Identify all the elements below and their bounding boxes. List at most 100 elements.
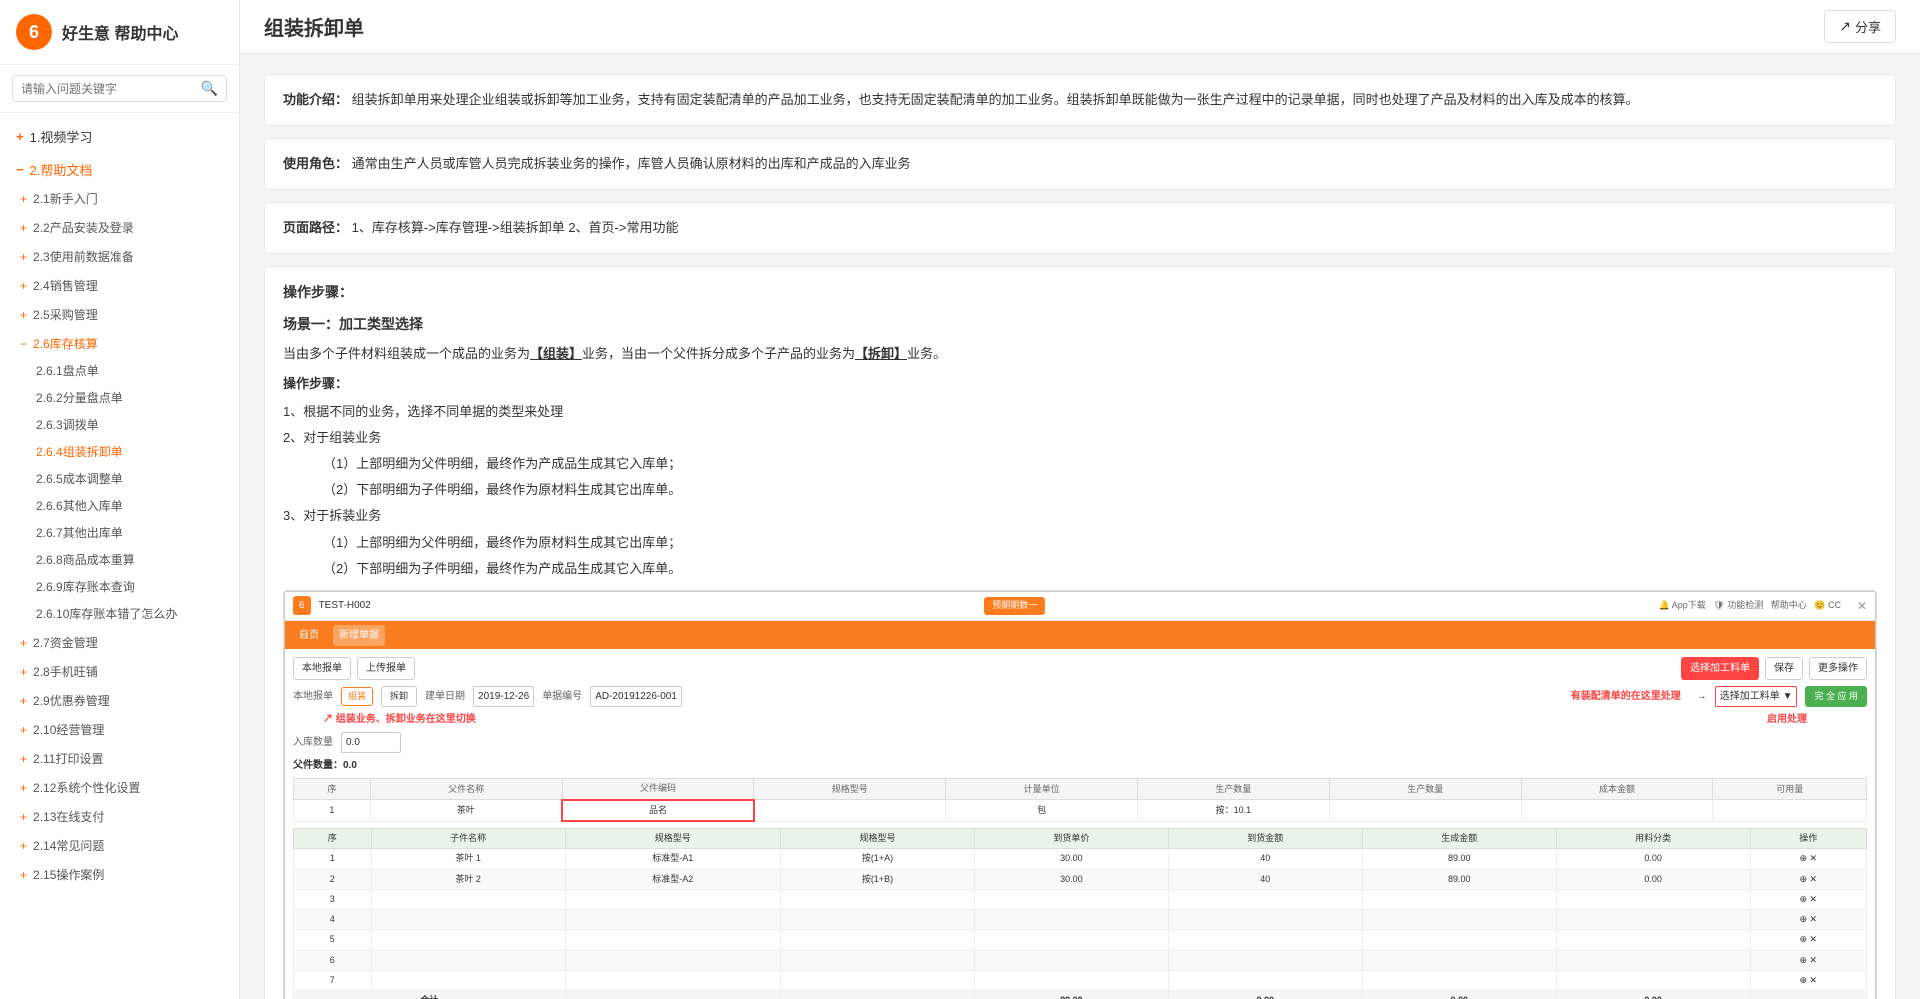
plus-icon: + <box>16 129 24 144</box>
mock-th: 可用量 <box>1713 779 1867 800</box>
mock-th: 规格型号 <box>565 829 780 849</box>
mock-nav-neworder: 新增单据 <box>333 625 385 646</box>
sidebar-item-label: 1.视频学习 <box>30 127 93 146</box>
sidebar-item-goodscost[interactable]: 2.6.8商品成本重算 <box>0 546 239 573</box>
mock-th: 成本金额 <box>1521 779 1713 800</box>
mock-toolbar: 本地报单 上传报单 选择加工料单 保存 更多操作 <box>293 657 1867 680</box>
sidebar-item-label: 2.14常见问题 <box>33 837 104 854</box>
table-row: 1 茶叶 1 标准型-A1 按(1+A) 30.00 40 89.00 0.00 <box>294 849 1867 869</box>
main-content: 组装拆卸单 ↗ 分享 功能介绍： 组装拆卸单用来处理企业组装或拆卸等加工业务，支… <box>240 0 1920 999</box>
mock-form-row1: 本地报单 组装 拆卸 建单日期 2019-12-26 单据编号 AD-20191… <box>293 686 1867 707</box>
mock-form-row2: 入库数量 0.0 <box>293 732 1867 753</box>
sidebar-item-otheroutbound[interactable]: 2.6.7其他出库单 <box>0 519 239 546</box>
search-input[interactable] <box>21 82 201 96</box>
sidebar-item-cases[interactable]: + 2.15操作案例 <box>0 861 239 888</box>
sidebar-item-docs[interactable]: − 2.帮助文档 <box>0 154 239 185</box>
screenshot-container: 6 TEST-H002 预期期数一 🔔 App下载 🛡 功能检测 帮助中心 😊 … <box>283 590 1877 999</box>
mock-child-table: 序 子件名称 规格型号 规格型号 到货单价 到货金额 生成金额 用料分类 操作 <box>293 828 1867 999</box>
table-row: 6⊕ ✕ <box>294 950 1867 970</box>
mock-th: 父件编码 <box>562 779 754 800</box>
mock-annotation-toggle: ↗ 组装业务、拆卸业务在这里切换 <box>323 711 476 728</box>
step-1: 1、根据不同的业务，选择不同单据的类型来处理 <box>283 401 1877 423</box>
table-row: 2 茶叶 2 标准型-A2 按(1+B) 30.00 40 89.00 0.00 <box>294 869 1867 889</box>
sidebar-item-print[interactable]: + 2.11打印设置 <box>0 745 239 772</box>
sidebar-item-adjust[interactable]: 2.6.3调拨单 <box>0 411 239 438</box>
share-icon: ↗ <box>1839 18 1851 35</box>
mock-orderno-label: 单据编号 <box>542 688 582 705</box>
plus-icon: + <box>20 221 27 235</box>
table-row: 3⊕ ✕ <box>294 889 1867 909</box>
sidebar-item-onlinepay[interactable]: + 2.13在线支付 <box>0 803 239 830</box>
sidebar-item-label: 2.帮助文档 <box>30 160 93 179</box>
share-button[interactable]: ↗ 分享 <box>1824 10 1896 43</box>
sidebar-item-label: 2.1新手入门 <box>33 190 98 207</box>
sidebar-item-otherinbound[interactable]: 2.6.6其他入库单 <box>0 492 239 519</box>
sidebar-item-costadj[interactable]: 2.6.5成本调整单 <box>0 465 239 492</box>
sidebar-item-sales[interactable]: + 2.4销售管理 <box>0 272 239 299</box>
sidebar-item-custom[interactable]: + 2.12系统个性化设置 <box>0 774 239 801</box>
share-label: 分享 <box>1855 17 1881 36</box>
mock-th: 生产数量 <box>1138 779 1330 800</box>
plus-icon: + <box>20 694 27 708</box>
search-box[interactable]: 🔍 <box>12 75 227 102</box>
plus-icon: + <box>20 868 27 882</box>
sidebar-item-label: 2.11打印设置 <box>33 750 103 767</box>
mock-qty-input: 0.0 <box>341 732 401 753</box>
sidebar-item-partialinv[interactable]: 2.6.2分量盘点单 <box>0 384 239 411</box>
mock-btn-selectmaterial: 选择加工料单 <box>1681 657 1759 680</box>
plus-icon: + <box>20 839 27 853</box>
sidebar-item-inventory[interactable]: − 2.6库存核算 <box>0 330 239 357</box>
inventory-items: 2.6.1盘点单 2.6.2分量盘点单 2.6.3调拨单 2.6.4组装拆卸单 … <box>0 357 239 627</box>
mock-btn-localreport: 本地报单 <box>293 657 351 680</box>
minus-icon: − <box>20 337 27 351</box>
mock-parent-table: 序 父件名称 父件编码 规格型号 计量单位 生产数量 生产数量 成本金额 可用量 <box>293 778 1867 822</box>
minus-icon: − <box>16 162 24 177</box>
nav-subsection-mobile: + 2.8手机旺铺 <box>0 658 239 685</box>
nav-subsection-install: + 2.2产品安装及登录 <box>0 214 239 241</box>
nav-list: + 1.视频学习 − 2.帮助文档 + 2.1新手入门 + <box>0 113 239 999</box>
search-icon[interactable]: 🔍 <box>201 80 218 97</box>
step-2-1: （1）上部明细为父件明细，最终作为产成品生成其它入库单； <box>323 453 1877 475</box>
sidebar-item-install[interactable]: + 2.2产品安装及登录 <box>0 214 239 241</box>
sidebar-item-coupon[interactable]: + 2.9优惠券管理 <box>0 687 239 714</box>
sidebar-item-stockerror[interactable]: 2.6.10库存账本错了怎么办 <box>0 600 239 627</box>
sidebar-item-faq[interactable]: + 2.14常见问题 <box>0 832 239 859</box>
mock-btn-uploadreport: 上传报单 <box>357 657 415 680</box>
path-card: 页面路径： 1、库存核算->库存管理->组装拆卸单 2、首页->常用功能 <box>264 202 1896 254</box>
plus-icon: + <box>20 250 27 264</box>
sidebar-item-stocktake[interactable]: 2.6.1盘点单 <box>0 357 239 384</box>
mock-parent-title: 父件数量：0.0 <box>293 757 1867 774</box>
sidebar-item-purchase[interactable]: + 2.5采购管理 <box>0 301 239 328</box>
sidebar-item-video[interactable]: + 1.视频学习 <box>0 121 239 152</box>
table-row: 4⊕ ✕ <box>294 910 1867 930</box>
mock-th: 到货金额 <box>1168 829 1362 849</box>
mock-annotation-enable: 启用处理 <box>1767 711 1807 728</box>
plus-icon: + <box>20 308 27 322</box>
sidebar-item-finance[interactable]: + 2.7资金管理 <box>0 629 239 656</box>
mock-arrow1: → <box>1697 688 1707 705</box>
sidebar-item-mobile[interactable]: + 2.8手机旺铺 <box>0 658 239 685</box>
mock-ordertype-label: 本地报单 <box>293 688 333 705</box>
sidebar-item-assembly[interactable]: 2.6.4组装拆卸单 <box>0 438 239 465</box>
sidebar-item-label: 2.7资金管理 <box>33 634 98 651</box>
sidebar-item-newcomer[interactable]: + 2.1新手入门 <box>0 185 239 212</box>
mock-content: 本地报单 上传报单 选择加工料单 保存 更多操作 本地报单 组装 拆卸 <box>285 649 1875 999</box>
content-area: 功能介绍： 组装拆卸单用来处理企业组装或拆卸等加工业务，支持有固定装配清单的产品… <box>240 54 1920 999</box>
sidebar-item-label: 2.5采购管理 <box>33 306 98 323</box>
nav-subsection-sales: + 2.4销售管理 <box>0 272 239 299</box>
mock-bom-select: 选择加工料单 ▼ <box>1715 686 1798 707</box>
nav-subsection-operation: + 2.10经营管理 <box>0 716 239 743</box>
role-text: 通常由生产人员或库管人员完成拆装业务的操作，库管人员确认原材料的出库和产成品的入… <box>352 156 911 171</box>
sidebar-item-stockledger[interactable]: 2.6.9库存账本查询 <box>0 573 239 600</box>
mock-date-input: 2019-12-26 <box>473 686 534 707</box>
sidebar: 6 好生意 帮助中心 🔍 + 1.视频学习 − 2.帮助文档 <box>0 0 240 999</box>
sidebar-item-data[interactable]: + 2.3使用前数据准备 <box>0 243 239 270</box>
nav-subsection-inventory: − 2.6库存核算 2.6.1盘点单 2.6.2分量盘点单 2.6.3调拨单 2… <box>0 330 239 627</box>
nav-subsection-coupon: + 2.9优惠券管理 <box>0 687 239 714</box>
steps-title: 操作步骤： <box>283 281 1877 305</box>
mock-th: 规格型号 <box>754 779 946 800</box>
nav-subsection-newcomer: + 2.1新手入门 <box>0 185 239 212</box>
logo-icon: 6 <box>16 14 52 50</box>
mock-date-label: 建单日期 <box>425 688 465 705</box>
sidebar-item-operation[interactable]: + 2.10经营管理 <box>0 716 239 743</box>
